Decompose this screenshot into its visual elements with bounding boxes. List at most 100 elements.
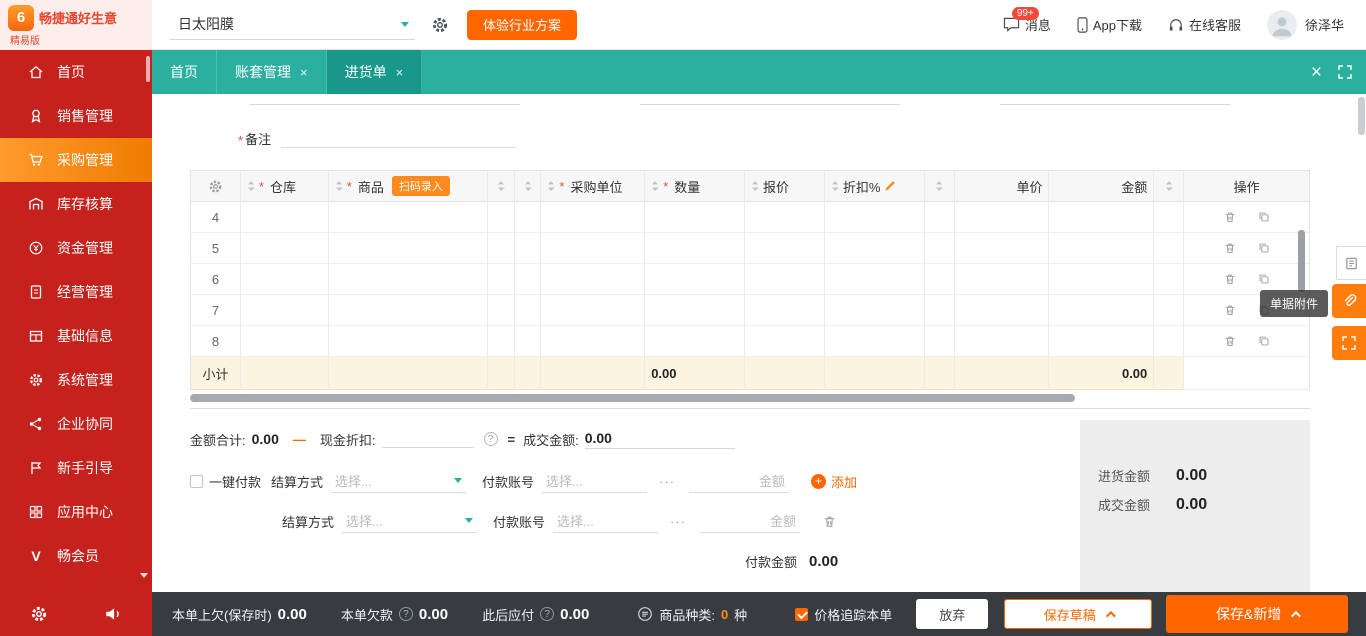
app-download-button[interactable]: App下载 [1077, 15, 1142, 34]
one-click-pay-checkbox[interactable] [190, 474, 203, 488]
save-draft-button[interactable]: 保存草稿 [1004, 599, 1153, 629]
sidebar-item-inventory[interactable]: 库存核算 [0, 182, 152, 226]
table-cell[interactable] [240, 326, 329, 357]
table-cell[interactable] [1154, 295, 1185, 326]
help-icon[interactable]: ? [540, 607, 555, 621]
table-cell[interactable] [924, 202, 955, 233]
truncated-input[interactable] [1000, 104, 1230, 105]
col-quote[interactable]: 报价 [745, 171, 825, 202]
table-cell[interactable] [645, 295, 746, 326]
col-product[interactable]: * 商品 扫码录入 [328, 171, 489, 202]
payment-account-select[interactable]: 选择... [553, 509, 659, 533]
close-all-icon[interactable]: × [1311, 63, 1322, 82]
col-qty[interactable]: * 数量 [645, 171, 746, 202]
vertical-scrollbar-thumb[interactable] [1298, 230, 1305, 292]
table-cell[interactable] [924, 295, 955, 326]
sidebar-more-chevron-icon[interactable] [140, 573, 148, 578]
copy-row-icon[interactable] [1257, 210, 1271, 224]
table-cell[interactable] [954, 264, 1050, 295]
col-extra-4[interactable] [1154, 171, 1185, 202]
expand-button[interactable] [1332, 326, 1366, 360]
payment-amount-input[interactable]: 金额 [700, 509, 801, 533]
table-cell[interactable] [240, 295, 329, 326]
table-cell[interactable] [328, 326, 489, 357]
table-cell[interactable] [824, 264, 925, 295]
table-cell[interactable] [515, 295, 542, 326]
sidebar-item-app-center[interactable]: 应用中心 [0, 490, 152, 534]
table-cell[interactable] [745, 264, 825, 295]
table-cell[interactable] [645, 233, 746, 264]
table-cell[interactable] [1049, 264, 1155, 295]
scan-entry-button[interactable]: 扫码录入 [391, 176, 450, 196]
horizontal-scrollbar-thumb[interactable] [190, 394, 1075, 402]
fullscreen-icon[interactable] [1338, 65, 1352, 79]
truncated-input[interactable] [250, 104, 520, 105]
table-cell[interactable] [1049, 326, 1155, 357]
more-options-icon[interactable]: ··· [670, 514, 686, 529]
account-selector[interactable]: 日太阳膜 [170, 10, 415, 40]
col-extra-3[interactable] [924, 171, 955, 202]
table-cell[interactable] [1154, 233, 1185, 264]
delete-row-icon[interactable] [1223, 272, 1237, 286]
sidebar-scrollbar[interactable] [146, 56, 150, 82]
table-cell[interactable] [824, 295, 925, 326]
trial-plan-button[interactable]: 体验行业方案 [467, 9, 578, 40]
cash-discount-input[interactable] [381, 430, 474, 448]
tab-purchase-order[interactable]: 进货单 × [326, 50, 423, 94]
table-cell[interactable] [645, 264, 746, 295]
table-cell[interactable] [745, 233, 825, 264]
add-payment-button[interactable]: + 添加 [811, 472, 857, 491]
table-settings-gear-icon[interactable] [191, 171, 241, 202]
delete-row-icon[interactable] [1223, 334, 1237, 348]
table-cell[interactable] [488, 326, 516, 357]
more-options-icon[interactable]: ··· [659, 474, 675, 489]
table-cell[interactable] [488, 295, 516, 326]
settings-gear-icon[interactable] [431, 16, 449, 34]
sidebar-item-sales[interactable]: 销售管理 [0, 94, 152, 138]
attachment-button[interactable] [1332, 284, 1366, 318]
table-cell[interactable] [645, 326, 746, 357]
sidebar-item-operations[interactable]: 经营管理 [0, 270, 152, 314]
payment-amount-input[interactable]: 金额 [689, 469, 790, 493]
table-cell[interactable] [1154, 202, 1185, 233]
truncated-input[interactable] [640, 104, 900, 105]
tab-account-books[interactable]: 账套管理 × [217, 50, 327, 94]
col-extra-2[interactable] [515, 171, 542, 202]
settlement-method-select[interactable]: 选择... [342, 509, 478, 533]
table-cell[interactable] [541, 202, 646, 233]
table-cell[interactable] [328, 202, 489, 233]
table-cell[interactable] [515, 326, 542, 357]
col-discount[interactable]: 折扣% [824, 171, 925, 202]
edit-pencil-icon[interactable] [884, 180, 896, 192]
messages-button[interactable]: 99+ 消息 [1003, 7, 1051, 34]
avatar[interactable] [1266, 9, 1297, 40]
col-unit[interactable]: * 采购单位 [541, 171, 646, 202]
table-cell[interactable] [1049, 202, 1155, 233]
copy-row-icon[interactable] [1257, 334, 1271, 348]
table-cell[interactable] [541, 264, 646, 295]
table-cell[interactable] [488, 264, 516, 295]
help-icon[interactable]: ? [483, 432, 498, 446]
close-icon[interactable]: × [396, 65, 404, 80]
sidebar-item-home[interactable]: 首页 [0, 50, 152, 94]
table-cell[interactable] [824, 326, 925, 357]
sidebar-item-basic-info[interactable]: 基础信息 [0, 314, 152, 358]
sidebar-settings-gear-icon[interactable] [30, 605, 48, 623]
table-cell[interactable] [924, 233, 955, 264]
online-service-button[interactable]: 在线客服 [1168, 15, 1241, 34]
table-cell[interactable] [1049, 233, 1155, 264]
content-scrollbar-thumb[interactable] [1358, 97, 1365, 135]
close-icon[interactable]: × [300, 65, 308, 80]
save-new-button[interactable]: 保存&新增 [1166, 595, 1349, 633]
copy-row-icon[interactable] [1257, 241, 1271, 255]
table-cell[interactable] [1154, 264, 1185, 295]
payment-account-select[interactable]: 选择... [542, 469, 648, 493]
settlement-method-select[interactable]: 选择... [331, 469, 467, 493]
table-cell[interactable] [954, 202, 1050, 233]
sidebar-item-collaboration[interactable]: 企业协同 [0, 402, 152, 446]
table-cell[interactable] [745, 202, 825, 233]
table-cell[interactable] [541, 326, 646, 357]
table-cell[interactable] [515, 264, 542, 295]
table-cell[interactable] [328, 264, 489, 295]
copy-row-icon[interactable] [1257, 272, 1271, 286]
